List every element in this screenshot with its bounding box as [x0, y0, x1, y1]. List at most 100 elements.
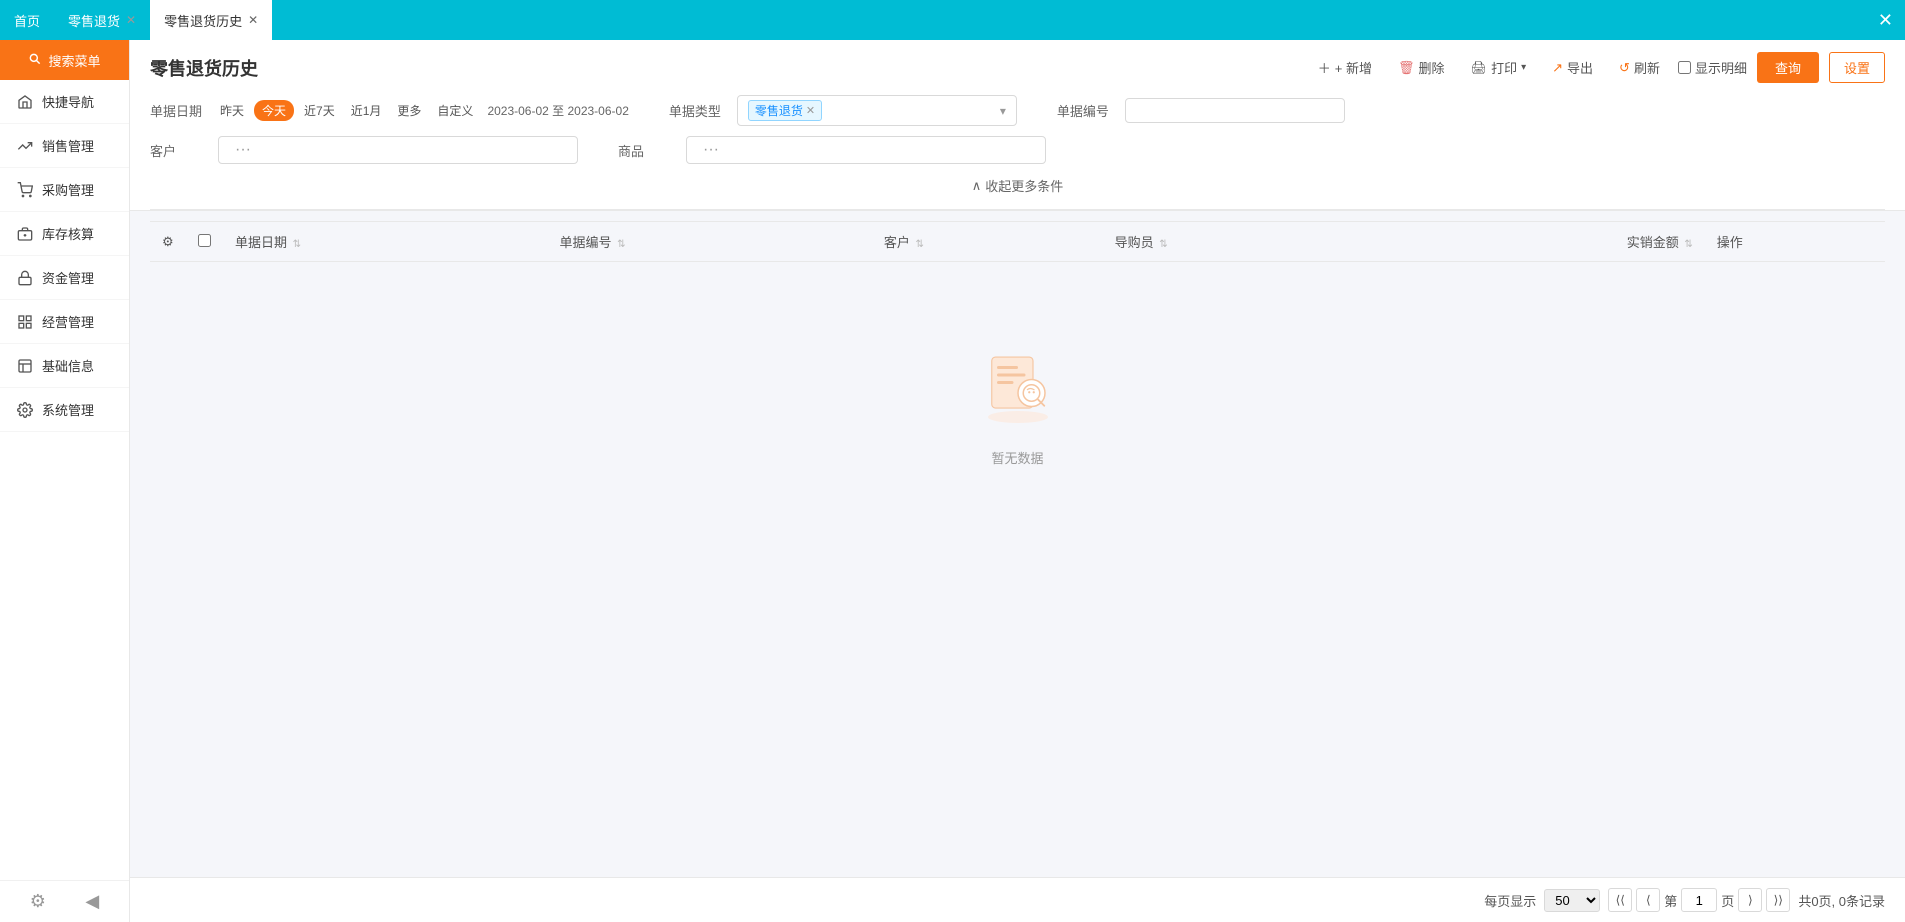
doc-type-tag: 零售退货 ✕ — [748, 100, 822, 121]
sort-doc-no-icon[interactable]: ⇅ — [617, 239, 625, 250]
settings-bottom-button[interactable]: ⚙ — [30, 891, 46, 912]
content-area: 零售退货历史 ＋ + 新增 🗑 删除 🖨 打印 ▾ — [130, 40, 1905, 922]
sidebar-search[interactable]: 搜索菜单 — [0, 40, 129, 80]
date-btn-custom[interactable]: 自定义 — [431, 100, 479, 121]
date-btn-7days[interactable]: 近7天 — [298, 100, 341, 121]
tab-retail-return[interactable]: 零售退货 ✕ — [54, 0, 150, 40]
inventory-icon — [16, 225, 34, 243]
collapse-row: ∧ 收起更多条件 — [150, 172, 1885, 199]
sidebar-item-basic-info[interactable]: 基础信息 — [0, 344, 129, 388]
export-icon: ↗ — [1552, 60, 1563, 76]
basic-info-icon — [16, 357, 34, 375]
total-label: 共0页, 0条记录 — [1798, 891, 1885, 910]
tab-retail-return-history[interactable]: 零售退货历史 ✕ — [150, 0, 272, 40]
goods-label: 商品 — [618, 141, 678, 160]
delete-icon: 🗑 — [1398, 60, 1415, 76]
new-icon: ＋ — [1318, 58, 1331, 77]
date-btn-today[interactable]: 今天 — [254, 100, 294, 121]
query-button[interactable]: 查询 — [1757, 52, 1819, 83]
toolbar: ＋ + 新增 🗑 删除 🖨 打印 ▾ ↗ 导出 — [1310, 52, 1885, 83]
collapse-sidebar-button[interactable]: ◀ — [85, 891, 99, 912]
col-guide: 导购员 ⇅ — [1103, 222, 1381, 262]
date-btn-1month[interactable]: 近1月 — [345, 100, 388, 121]
collapse-button[interactable]: ∧ 收起更多条件 — [960, 172, 1076, 199]
settings-button[interactable]: 设置 — [1829, 52, 1885, 83]
page-title-row: 零售退货历史 ＋ + 新增 🗑 删除 🖨 打印 ▾ — [150, 52, 1885, 83]
print-icon: 🖨 — [1471, 60, 1488, 76]
close-retail-return-tab[interactable]: ✕ — [126, 13, 136, 27]
finance-icon — [16, 269, 34, 287]
sort-customer-icon[interactable]: ⇅ — [916, 239, 924, 250]
page-title: 零售退货历史 — [150, 55, 258, 81]
table-header-row: ⚙ 单据日期 ⇅ 单据编号 ⇅ — [150, 222, 1885, 262]
sidebar-item-system-mgmt[interactable]: 系统管理 — [0, 388, 129, 432]
sidebar-bottom: ⚙ ◀ — [0, 880, 129, 922]
top-nav: 首页 零售退货 ✕ 零售退货历史 ✕ ✕ — [0, 0, 1905, 40]
col-customer: 客户 ⇅ — [872, 222, 1103, 262]
chevron-up-icon: ∧ — [972, 178, 982, 194]
per-page-select[interactable]: 50 20 100 — [1544, 889, 1600, 912]
col-doc-date: 单据日期 ⇅ — [223, 222, 547, 262]
sidebar-label-quick-nav: 快捷导航 — [42, 92, 94, 111]
col-actions: 操作 — [1705, 222, 1885, 262]
prev-page-button[interactable]: ⟨ — [1636, 888, 1660, 912]
empty-text: 暂无数据 — [991, 448, 1043, 467]
select-all-checkbox[interactable] — [198, 234, 211, 247]
col-amount: 实销金额 ⇅ — [1380, 222, 1704, 262]
sidebar-item-purchase-mgmt[interactable]: 采购管理 — [0, 168, 129, 212]
sidebar-label-sales: 销售管理 — [42, 136, 94, 155]
doc-no-label: 单据编号 — [1057, 101, 1117, 120]
column-settings-icon[interactable]: ⚙ — [162, 234, 174, 249]
goods-ellipsis: ··· — [703, 141, 719, 159]
date-btn-yesterday[interactable]: 昨天 — [214, 100, 250, 121]
sort-amount-icon[interactable]: ⇅ — [1684, 239, 1692, 250]
customer-select[interactable]: ··· — [218, 136, 578, 164]
sidebar-label-purchase: 采购管理 — [42, 180, 94, 199]
doc-type-select[interactable]: 零售退货 ✕ ▾ — [737, 95, 1017, 126]
filter-area: 单据日期 昨天 今天 近7天 近1月 更多 自定义 2023-06-02 至 2… — [150, 95, 1885, 210]
refresh-button[interactable]: ↺ 刷新 — [1611, 54, 1668, 81]
sidebar-item-quick-nav[interactable]: 快捷导航 — [0, 80, 129, 124]
tab-home[interactable]: 首页 — [0, 0, 54, 40]
close-history-tab[interactable]: ✕ — [248, 13, 258, 27]
doc-no-input[interactable] — [1125, 98, 1345, 123]
window-close-button[interactable]: ✕ — [1878, 10, 1893, 31]
goods-select[interactable]: ··· — [686, 136, 1046, 164]
display-detail-toggle[interactable]: 显示明细 — [1678, 58, 1747, 77]
sidebar-item-inventory[interactable]: 库存核算 — [0, 212, 129, 256]
col-checkbox — [186, 222, 223, 262]
delete-button[interactable]: 🗑 删除 — [1390, 54, 1453, 81]
display-detail-checkbox[interactable] — [1678, 61, 1691, 74]
data-table: ⚙ 单据日期 ⇅ 单据编号 ⇅ — [150, 221, 1885, 262]
new-button[interactable]: ＋ + 新增 — [1310, 54, 1380, 81]
sales-icon — [16, 137, 34, 155]
main-layout: 搜索菜单 快捷导航 销售管理 采购管理 库存核算 — [0, 40, 1905, 922]
date-filter-label: 单据日期 — [150, 101, 210, 120]
purchase-icon — [16, 181, 34, 199]
page-header: 零售退货历史 ＋ + 新增 🗑 删除 🖨 打印 ▾ — [130, 40, 1905, 211]
date-options: 昨天 今天 近7天 近1月 更多 自定义 — [214, 100, 479, 121]
sort-doc-date-icon[interactable]: ⇅ — [293, 239, 301, 250]
print-button[interactable]: 🖨 打印 ▾ — [1463, 54, 1535, 81]
sort-guide-icon[interactable]: ⇅ — [1159, 239, 1167, 250]
customer-ellipsis: ··· — [235, 141, 251, 159]
next-page-button[interactable]: ⟩ — [1738, 888, 1762, 912]
sidebar-item-ops-mgmt[interactable]: 经营管理 — [0, 300, 129, 344]
last-page-button[interactable]: ⟩⟩ — [1766, 888, 1790, 912]
sidebar: 搜索菜单 快捷导航 销售管理 采购管理 库存核算 — [0, 40, 130, 922]
export-button[interactable]: ↗ 导出 — [1544, 54, 1601, 81]
search-icon — [28, 52, 42, 69]
print-chevron-icon: ▾ — [1521, 62, 1526, 73]
page-nav: ⟨⟨ ⟨ 第 页 ⟩ ⟩⟩ — [1608, 888, 1790, 912]
sidebar-item-finance[interactable]: 资金管理 — [0, 256, 129, 300]
per-page-label: 每页显示 — [1484, 891, 1536, 910]
doc-type-chevron-icon: ▾ — [1000, 104, 1006, 118]
col-doc-no: 单据编号 ⇅ — [547, 222, 871, 262]
first-page-button[interactable]: ⟨⟨ — [1608, 888, 1632, 912]
date-range-display: 2023-06-02 至 2023-06-02 — [487, 102, 628, 119]
doc-type-tag-close[interactable]: ✕ — [806, 104, 815, 117]
sidebar-item-sales-mgmt[interactable]: 销售管理 — [0, 124, 129, 168]
page-number-input[interactable] — [1681, 888, 1717, 912]
sidebar-label-inventory: 库存核算 — [42, 224, 94, 243]
date-btn-more[interactable]: 更多 — [391, 100, 427, 121]
